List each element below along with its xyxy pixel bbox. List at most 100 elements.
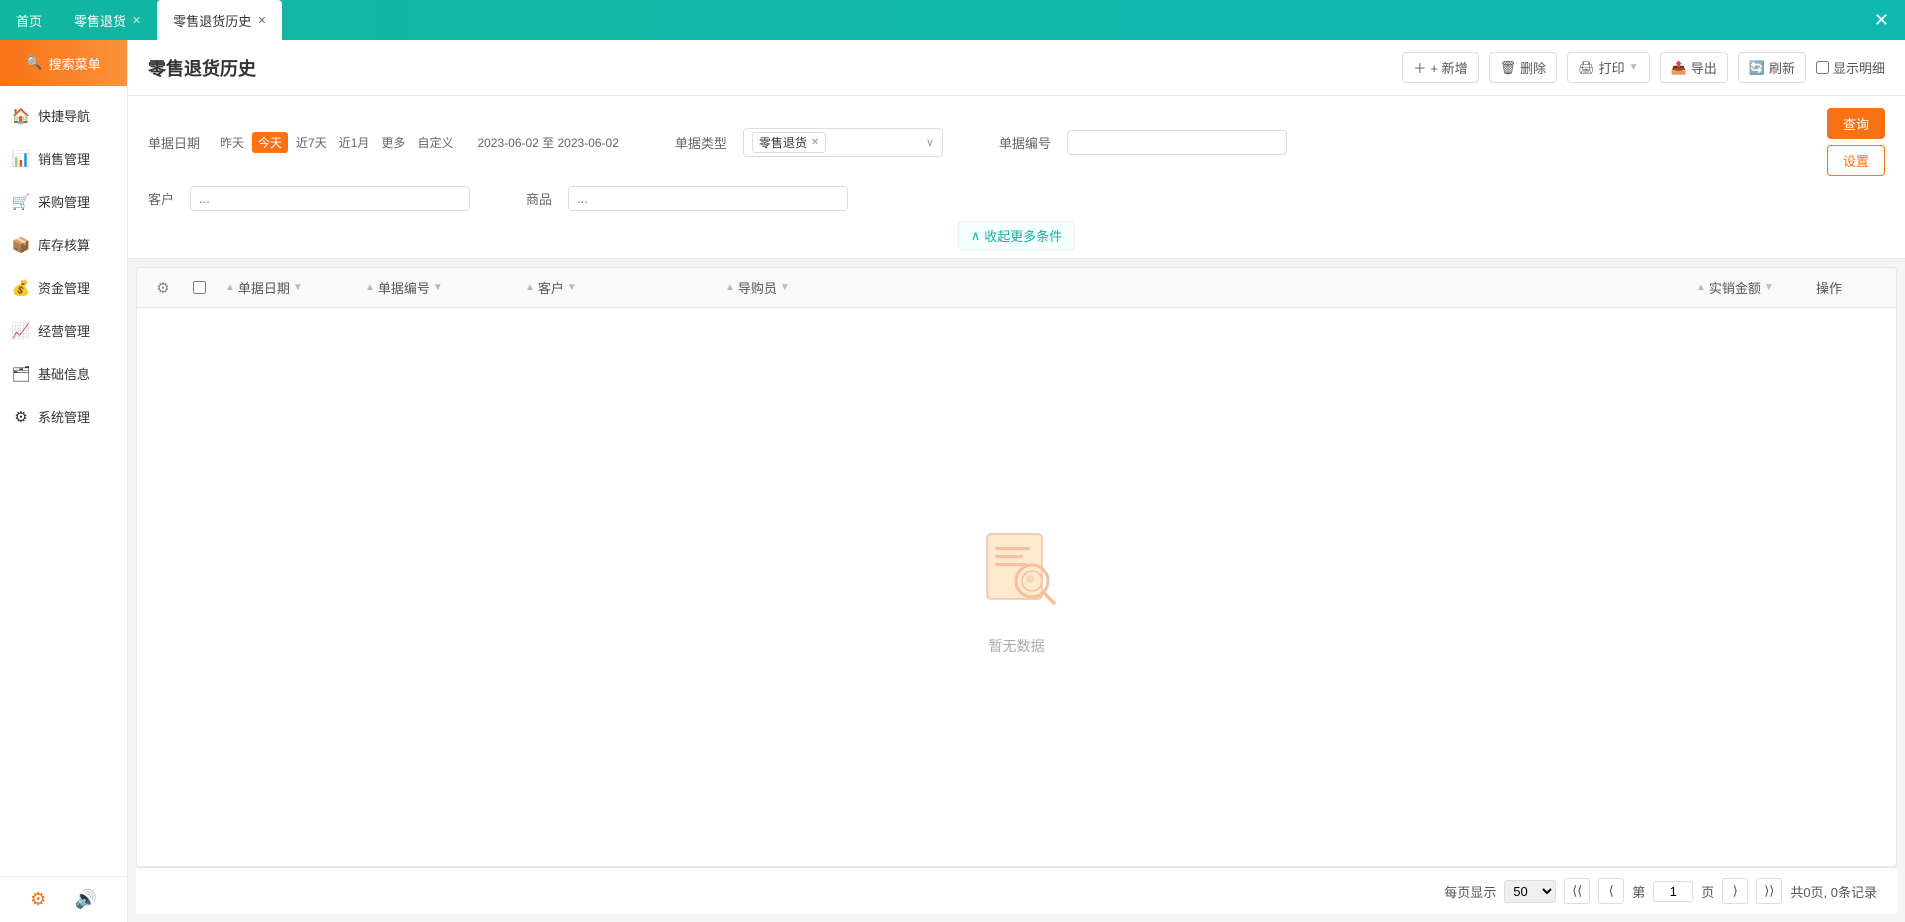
new-icon: ＋ <box>1413 58 1426 77</box>
date-range-display: 2023-06-02 至 2023-06-02 <box>477 134 618 151</box>
tab-retail-return-history-close[interactable]: ✕ <box>257 14 266 27</box>
print-icon: 🖨 <box>1578 60 1595 76</box>
sidebar-item-purchase-mgmt[interactable]: 🛒 采购管理 <box>0 180 127 223</box>
th-guide-label: 导购员 <box>738 278 777 297</box>
show-detail-checkbox-label[interactable]: 显示明细 <box>1816 58 1885 77</box>
sidebar-item-purchase-mgmt-label: 采购管理 <box>38 192 90 211</box>
page-input[interactable] <box>1653 881 1693 902</box>
page-size-select[interactable]: 10 20 50 100 <box>1504 880 1556 903</box>
date-opt-today[interactable]: 今天 <box>252 132 288 153</box>
th-date-label: 单据日期 <box>238 278 290 297</box>
date-opt-yesterday[interactable]: 昨天 <box>216 132 248 153</box>
new-button[interactable]: ＋ + 新增 <box>1402 52 1478 83</box>
sidebar-item-system-mgmt[interactable]: ⚙ 系统管理 <box>0 395 127 438</box>
sidebar-item-basic-info[interactable]: 🗂 基础信息 <box>0 352 127 395</box>
collapse-button[interactable]: ∧ 收起更多条件 <box>958 221 1076 250</box>
goods-filter-label: 商品 <box>526 189 552 208</box>
sidebar-item-finance-mgmt[interactable]: 💰 资金管理 <box>0 266 127 309</box>
inventory-icon: 📦 <box>12 236 30 254</box>
tab-home[interactable]: 首页 <box>0 0 58 40</box>
query-button[interactable]: 查询 <box>1827 108 1885 139</box>
number-filter-label: 单据编号 <box>999 133 1051 152</box>
table-area: ⚙ ▲ 单据日期 ▼ ▲ 单据编号 ▼ ▲ 客户 ▼ <box>136 267 1897 867</box>
goods-filter-input[interactable] <box>568 186 848 211</box>
sort-down-icon4: ▼ <box>780 282 790 293</box>
sidebar-item-quick-nav-label: 快捷导航 <box>38 106 90 125</box>
th-action: 操作 <box>1808 278 1888 297</box>
sort-up-icon3: ▲ <box>525 282 535 293</box>
page-last-button[interactable]: ⟩⟩ <box>1756 878 1782 904</box>
sidebar-item-inventory[interactable]: 📦 库存核算 <box>0 223 127 266</box>
customer-filter-input[interactable] <box>190 186 470 211</box>
th-number[interactable]: ▲ 单据编号 ▼ <box>357 278 517 297</box>
sidebar-item-sales-mgmt-label: 销售管理 <box>38 149 90 168</box>
date-opt-custom[interactable]: 自定义 <box>413 132 457 153</box>
empty-illustration <box>967 519 1067 624</box>
delete-button[interactable]: 🗑 删除 <box>1489 52 1558 83</box>
volume-bottom-icon[interactable]: 🔊 <box>74 889 96 910</box>
window-close-button[interactable]: ✕ <box>1858 10 1905 31</box>
search-icon: 🔍 <box>26 55 42 71</box>
tab-retail-return-history-label: 零售退货历史 <box>173 11 251 30</box>
sort-up-icon2: ▲ <box>365 282 375 293</box>
type-filter-box[interactable]: 零售退货 ✕ ∨ <box>743 128 943 157</box>
refresh-button-label: 刷新 <box>1769 58 1795 77</box>
table-settings-icon[interactable]: ⚙ <box>145 279 181 297</box>
date-options: 昨天 今天 近7天 近1月 更多 自定义 <box>216 132 457 153</box>
tab-retail-return-label: 零售退货 <box>74 11 126 30</box>
sidebar-item-system-mgmt-label: 系统管理 <box>38 407 90 426</box>
sidebar-item-sales-mgmt[interactable]: 📊 销售管理 <box>0 137 127 180</box>
print-button[interactable]: 🖨 打印 ▼ <box>1567 52 1649 83</box>
delete-icon: 🗑 <box>1500 60 1517 76</box>
page-unit: 页 <box>1701 882 1714 901</box>
th-guide[interactable]: ▲ 导购员 ▼ <box>717 278 877 297</box>
print-button-label: 打印 <box>1599 58 1625 77</box>
type-filter-tag: 零售退货 ✕ <box>752 132 826 153</box>
th-customer[interactable]: ▲ 客户 ▼ <box>517 278 717 297</box>
page-size-label: 每页显示 <box>1444 882 1496 901</box>
sidebar-item-operation-mgmt[interactable]: 📈 经营管理 <box>0 309 127 352</box>
top-bar: 首页 零售退货 ✕ 零售退货历史 ✕ ✕ <box>0 0 1905 40</box>
type-filter-value: 零售退货 <box>759 134 807 151</box>
tab-retail-return-history[interactable]: 零售退货历史 ✕ <box>157 0 282 40</box>
show-detail-label: 显示明细 <box>1833 58 1885 77</box>
table-select-all-checkbox[interactable] <box>181 281 217 294</box>
total-records-text: 共0页, 0条记录 <box>1790 882 1877 901</box>
set-button[interactable]: 设置 <box>1827 145 1885 176</box>
settings-bottom-icon[interactable]: ⚙ <box>30 889 46 910</box>
table-footer: 每页显示 10 20 50 100 ⟨⟨ ⟨ 第 页 ⟩ ⟩⟩ 共0页, 0条记… <box>136 867 1897 914</box>
export-button[interactable]: 📤 导出 <box>1660 52 1728 83</box>
th-amount-label: 实销金额 <box>1709 278 1761 297</box>
empty-text: 暂无数据 <box>989 636 1045 656</box>
collapse-label: 收起更多条件 <box>984 226 1062 245</box>
purchase-mgmt-icon: 🛒 <box>12 193 30 211</box>
page-prev-button[interactable]: ⟨ <box>1598 878 1624 904</box>
refresh-button[interactable]: 🔄 刷新 <box>1738 52 1806 83</box>
sidebar-item-quick-nav[interactable]: 🏠 快捷导航 <box>0 94 127 137</box>
number-filter-input[interactable] <box>1067 130 1287 155</box>
date-opt-7days[interactable]: 近7天 <box>292 132 331 153</box>
sort-down-icon3: ▼ <box>567 282 577 293</box>
page-first-button[interactable]: ⟨⟨ <box>1564 878 1590 904</box>
customer-filter-label: 客户 <box>148 189 174 208</box>
show-detail-checkbox[interactable] <box>1816 61 1829 74</box>
th-customer-label: 客户 <box>538 278 564 297</box>
sidebar-nav: 🏠 快捷导航 📊 销售管理 🛒 采购管理 📦 库存核算 💰 资金管理 📈 <box>0 86 127 876</box>
filter-row-1: 单据日期 昨天 今天 近7天 近1月 更多 自定义 2023-06-02 至 2… <box>148 108 1885 176</box>
type-filter-tag-close[interactable]: ✕ <box>811 137 819 148</box>
date-opt-1month[interactable]: 近1月 <box>335 132 374 153</box>
system-mgmt-icon: ⚙ <box>12 408 30 426</box>
sidebar-search[interactable]: 🔍 搜索菜单 <box>0 40 127 86</box>
tab-retail-return-close[interactable]: ✕ <box>132 14 141 27</box>
sales-mgmt-icon: 📊 <box>12 150 30 168</box>
select-all-input[interactable] <box>193 281 206 294</box>
empty-svg <box>967 519 1067 619</box>
tab-retail-return[interactable]: 零售退货 ✕ <box>58 0 157 40</box>
date-opt-more[interactable]: 更多 <box>377 132 409 153</box>
th-amount[interactable]: ▲ 实销金额 ▼ <box>1688 278 1808 297</box>
th-date[interactable]: ▲ 单据日期 ▼ <box>217 278 357 297</box>
print-dropdown-icon: ▼ <box>1629 62 1639 73</box>
page-next-button[interactable]: ⟩ <box>1722 878 1748 904</box>
page-label: 第 <box>1632 882 1645 901</box>
quick-nav-icon: 🏠 <box>12 107 30 125</box>
